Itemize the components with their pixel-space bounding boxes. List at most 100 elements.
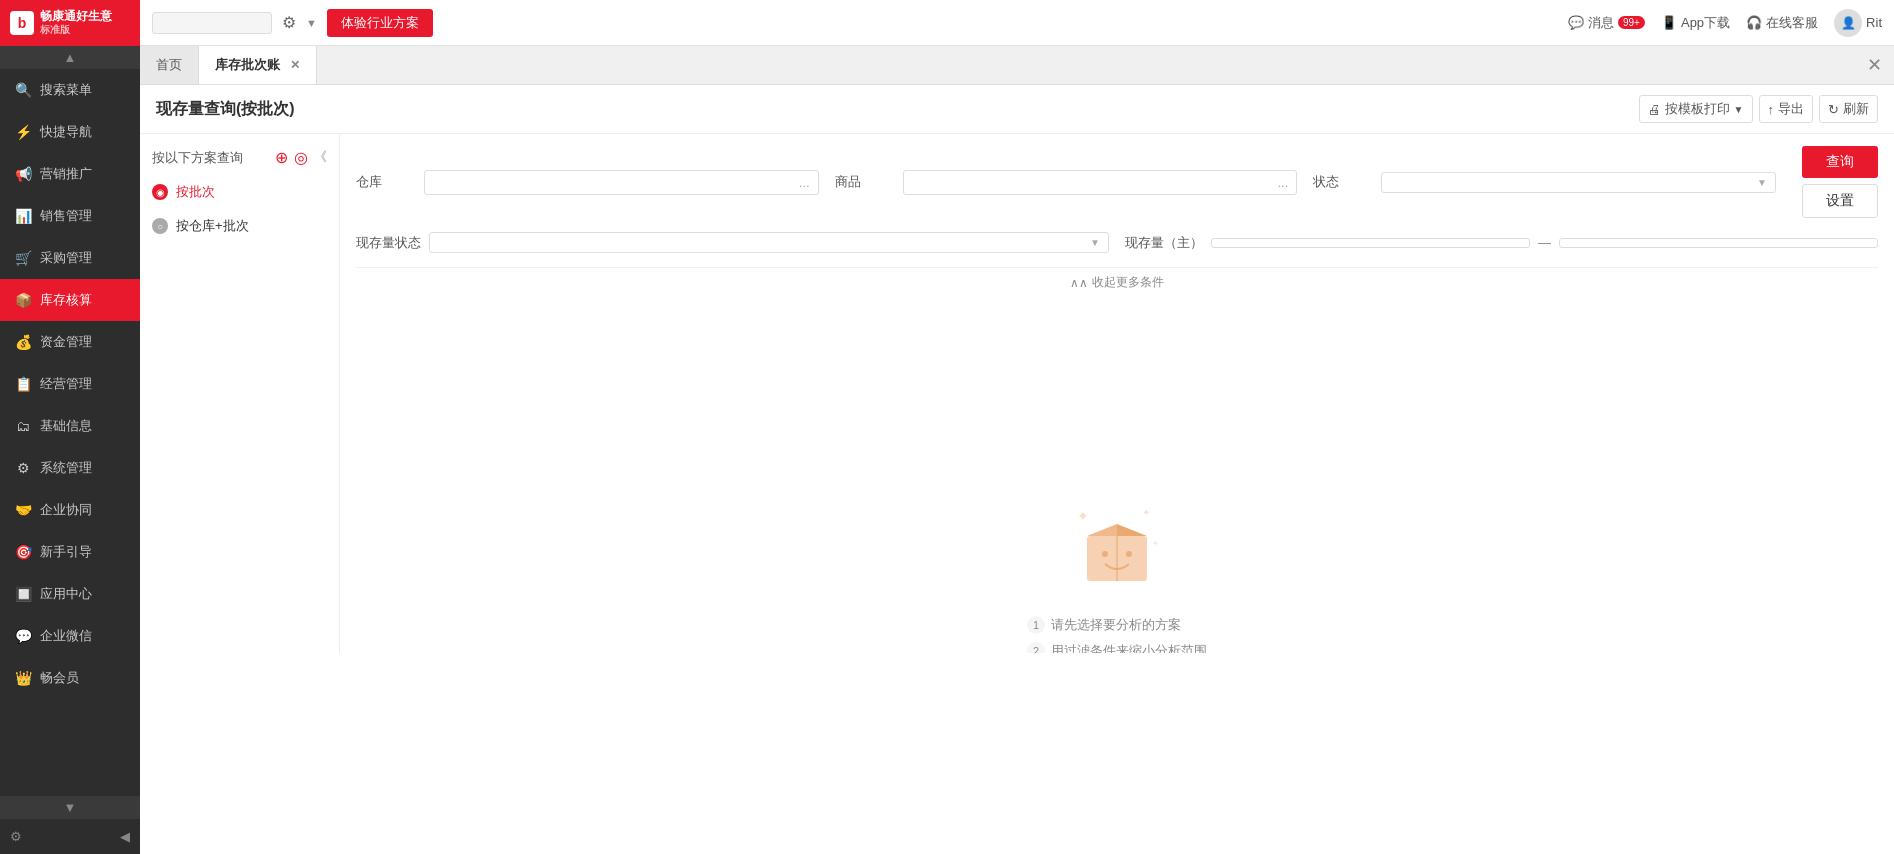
tab-panel-close-button[interactable]: ✕	[1854, 46, 1894, 84]
stock-status-dropdown-icon[interactable]: ▼	[1090, 237, 1100, 248]
sidebar-item-system[interactable]: ⚙ 系统管理	[0, 447, 140, 489]
stock-status-input-box[interactable]: ▼	[429, 232, 1109, 253]
topbar-search-input[interactable]	[161, 16, 261, 30]
phone-icon: 📱	[1661, 15, 1677, 30]
status-field: 状态 ▼	[1313, 172, 1776, 193]
query-button[interactable]: 查询	[1802, 146, 1878, 178]
app-edition: 标准版	[40, 23, 112, 37]
sidebar-item-label: 应用中心	[40, 585, 92, 603]
svg-point-4	[1102, 551, 1108, 557]
app-download-item[interactable]: 📱 App下载	[1661, 14, 1730, 32]
page-content: 现存量查询(按批次) 🖨 按模板打印 ▼ ↑ 导出 ↻ 刷新	[140, 85, 1894, 854]
topbar-right: 💬 消息 99+ 📱 App下载 🎧 在线客服 👤 Rit	[1568, 9, 1882, 37]
message-item[interactable]: 💬 消息 99+	[1568, 14, 1645, 32]
sidebar-item-operations[interactable]: 📋 经营管理	[0, 363, 140, 405]
settings-button[interactable]: 设置	[1802, 184, 1878, 218]
system-icon: ⚙	[14, 459, 32, 477]
tab-home[interactable]: 首页	[140, 46, 199, 84]
collapse-more-conditions[interactable]: ∧∧ 收起更多条件	[356, 267, 1878, 297]
tab-close-icon[interactable]: ✕	[290, 58, 300, 72]
sidebar-item-search[interactable]: 🔍 搜索菜单	[0, 69, 140, 111]
svg-point-5	[1126, 551, 1132, 557]
sidebar-item-guide[interactable]: 🎯 新手引导	[0, 531, 140, 573]
page-actions: 🖨 按模板打印 ▼ ↑ 导出 ↻ 刷新	[1639, 95, 1878, 123]
online-service-label: 在线客服	[1766, 14, 1818, 32]
product-more-icon[interactable]: ...	[1278, 175, 1289, 190]
warehouse-field: 仓库 ...	[356, 170, 819, 195]
status-dropdown-icon[interactable]: ▼	[1757, 177, 1767, 188]
lightning-icon: ⚡	[14, 123, 32, 141]
page-header: 现存量查询(按批次) 🖨 按模板打印 ▼ ↑ 导出 ↻ 刷新	[140, 85, 1894, 134]
sidebar-footer: ⚙ ◀	[0, 819, 140, 854]
sidebar-item-label: 系统管理	[40, 459, 92, 477]
product-field: 商品 ...	[835, 170, 1298, 195]
sidebar-item-label: 畅会员	[40, 669, 79, 687]
basics-icon: 🗂	[14, 417, 32, 435]
message-label: 消息	[1588, 14, 1614, 32]
stock-status-field: 现存量状态 ▼	[356, 232, 1109, 253]
refresh-button[interactable]: ↻ 刷新	[1819, 95, 1878, 123]
sidebar-scroll-down[interactable]: ▼	[0, 796, 140, 819]
sidebar-item-apps[interactable]: 🔲 应用中心	[0, 573, 140, 615]
topbar-search-box[interactable]	[152, 12, 272, 34]
hint-text-2: 用过滤条件来缩小分析范围	[1051, 642, 1207, 654]
footer-settings-icon[interactable]: ⚙	[10, 829, 22, 844]
warehouse-input-box[interactable]: ...	[424, 170, 819, 195]
sidebar-item-sales[interactable]: 📊 销售管理	[0, 195, 140, 237]
svg-marker-2	[1117, 524, 1147, 536]
user-item[interactable]: 👤 Rit	[1834, 9, 1882, 37]
dropdown-icon[interactable]: ▼	[306, 17, 317, 29]
online-service-item[interactable]: 🎧 在线客服	[1746, 14, 1818, 32]
app-logo: b	[10, 11, 34, 35]
collapse-sidebar-icon[interactable]: 《	[314, 148, 327, 167]
wechat-icon: 💬	[14, 627, 32, 645]
footer-collapse-icon[interactable]: ◀	[120, 829, 130, 844]
refresh-icon: ↻	[1828, 102, 1839, 117]
sidebar-item-quick-nav[interactable]: ⚡ 快捷导航	[0, 111, 140, 153]
stock-qty-from[interactable]	[1211, 238, 1530, 248]
print-dropdown-icon[interactable]: ▼	[1734, 104, 1744, 115]
avatar-icon: 👤	[1841, 16, 1856, 30]
sidebar-item-label: 营销推广	[40, 165, 92, 183]
empty-hints: 1 请先选择要分析的方案 2 用过滤条件来缩小分析范围	[1027, 616, 1207, 654]
hint-num-2: 2	[1027, 642, 1045, 654]
stock-qty-dash: —	[1538, 235, 1551, 250]
filter-results-area: 按以下方案查询 ⊕ ◎ 《 ◉ 按批次 ○ 按仓库+批次	[140, 134, 1894, 653]
filter-form: 仓库 ... 商品 ...	[340, 134, 1894, 376]
status-label: 状态	[1313, 173, 1373, 191]
filter-sidebar: 按以下方案查询 ⊕ ◎ 《 ◉ 按批次 ○ 按仓库+批次	[140, 134, 340, 653]
svg-marker-1	[1087, 524, 1117, 536]
sidebar-item-wechat[interactable]: 💬 企业微信	[0, 615, 140, 657]
tab-inventory-batch[interactable]: 库存批次账 ✕	[199, 46, 317, 84]
operations-icon: 📋	[14, 375, 32, 393]
status-input-box[interactable]: ▼	[1381, 172, 1776, 193]
experience-button[interactable]: 体验行业方案	[327, 9, 433, 37]
filter-option-warehouse-batch[interactable]: ○ 按仓库+批次	[140, 209, 339, 243]
sidebar-item-enterprise[interactable]: 🤝 企业协同	[0, 489, 140, 531]
sidebar-item-label: 快捷导航	[40, 123, 92, 141]
sidebar-item-finance[interactable]: 💰 资金管理	[0, 321, 140, 363]
sidebar-item-basics[interactable]: 🗂 基础信息	[0, 405, 140, 447]
gear-icon[interactable]: ⚙	[282, 13, 296, 32]
warehouse-more-icon[interactable]: ...	[799, 175, 810, 190]
sidebar-item-marketing[interactable]: 📢 营销推广	[0, 153, 140, 195]
sidebar-item-members[interactable]: 👑 畅会员	[0, 657, 140, 699]
search-icon: 🔍	[14, 81, 32, 99]
export-button[interactable]: ↑ 导出	[1759, 95, 1814, 123]
sidebar-item-purchase[interactable]: 🛒 采购管理	[0, 237, 140, 279]
message-icon: 💬	[1568, 15, 1584, 30]
settings-scheme-icon[interactable]: ◎	[294, 148, 308, 167]
members-icon: 👑	[14, 669, 32, 687]
add-scheme-icon[interactable]: ⊕	[275, 148, 288, 167]
enterprise-icon: 🤝	[14, 501, 32, 519]
filter-option-batch[interactable]: ◉ 按批次	[140, 175, 339, 209]
product-input-box[interactable]: ...	[903, 170, 1298, 195]
sidebar-item-inventory[interactable]: 📦 库存核算	[0, 279, 140, 321]
headset-icon: 🎧	[1746, 15, 1762, 30]
marketing-icon: 📢	[14, 165, 32, 183]
sidebar-header: b 畅康通好生意 标准版	[0, 0, 140, 46]
sidebar-scroll-up[interactable]: ▲	[0, 46, 140, 69]
print-button[interactable]: 🖨 按模板打印 ▼	[1639, 95, 1753, 123]
stock-qty-to[interactable]	[1559, 238, 1878, 248]
batch-option-label: 按批次	[176, 183, 215, 201]
